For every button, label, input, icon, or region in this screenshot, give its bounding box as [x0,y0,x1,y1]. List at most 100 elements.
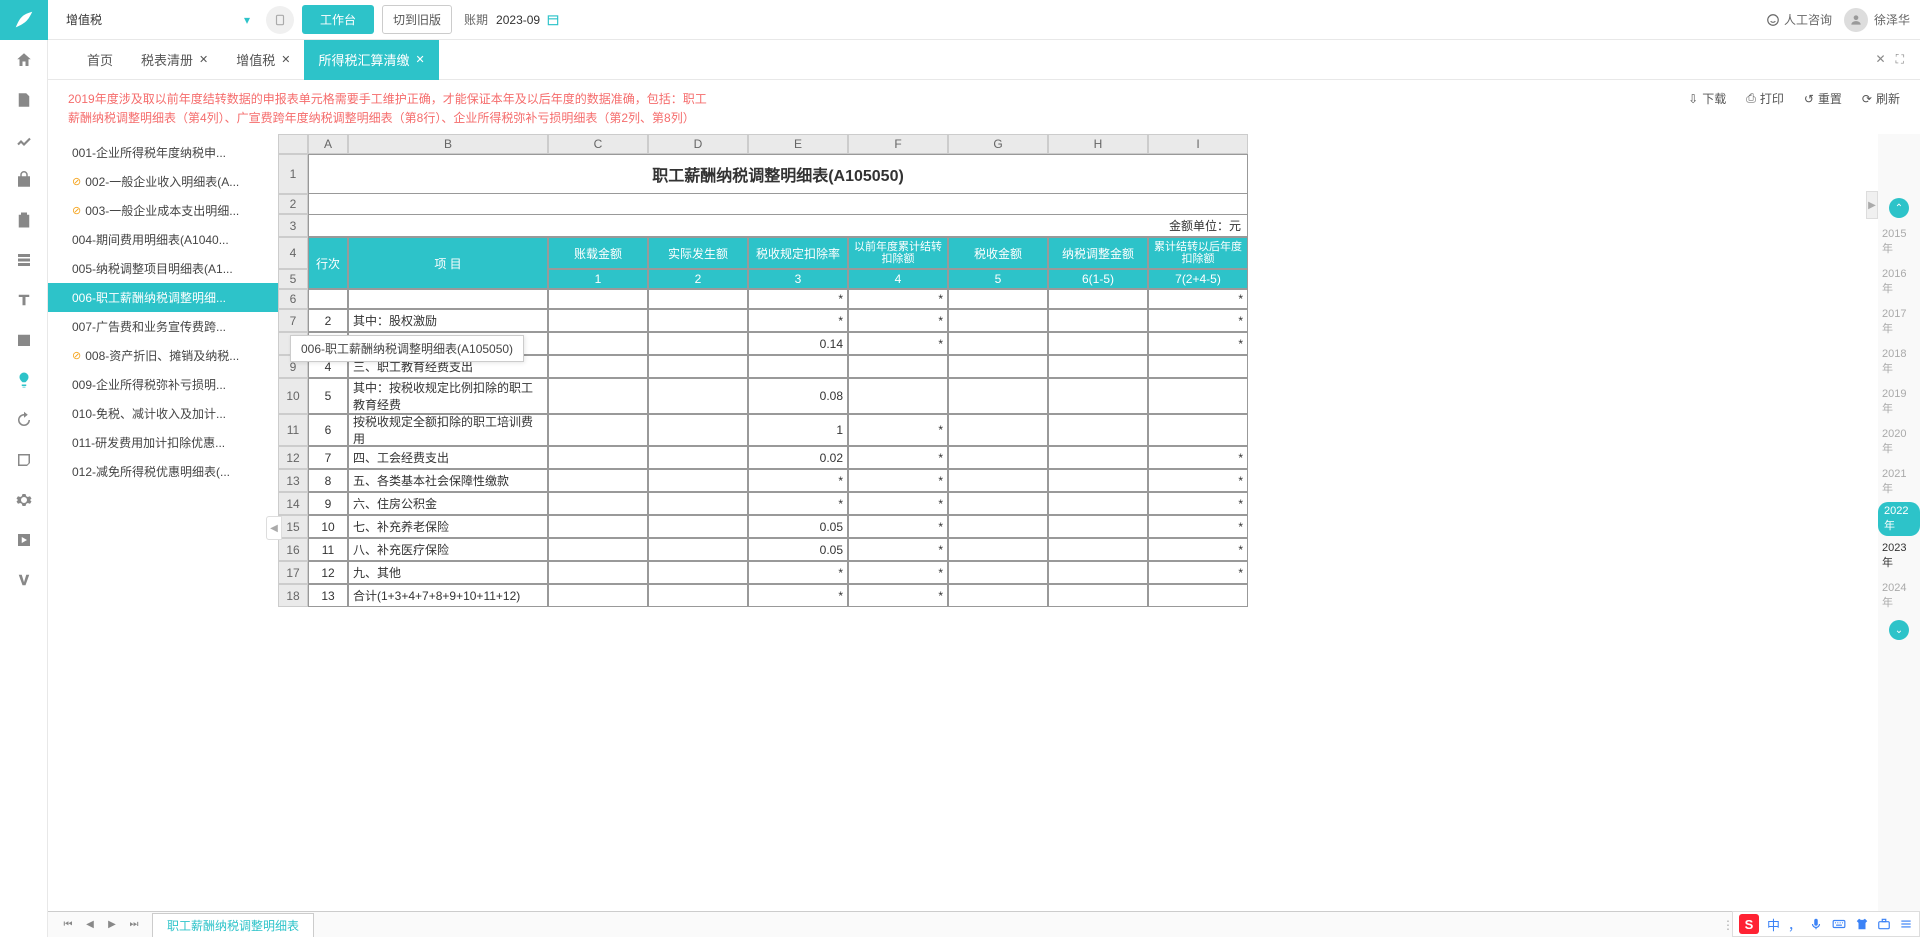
expand-handle-icon[interactable]: ▶ [1866,191,1878,219]
year-2018[interactable]: 2018年 [1878,342,1920,382]
collapse-sidebar-icon[interactable]: ◀ [266,516,282,540]
row-header[interactable]: 2 [278,194,308,214]
row-header[interactable]: 3 [278,214,308,237]
form-item-010[interactable]: 010-免税、减计收入及加计... [48,399,278,428]
form-item-007[interactable]: 007-广告费和业务宣传费跨... [48,312,278,341]
col-header-a[interactable]: A [308,134,348,154]
sheet-nav-prev-icon[interactable]: ◀ [80,916,100,934]
nav-form-icon[interactable] [0,240,48,280]
form-item-011[interactable]: 011-研发费用加计扣除优惠... [48,428,278,457]
col-header-g[interactable]: G [948,134,1048,154]
row-header[interactable]: 5 [278,269,308,289]
download-button[interactable]: ⇩下载 [1688,90,1726,107]
year-2024[interactable]: 2024年 [1878,576,1920,616]
workspace-button[interactable]: 工作台 [302,5,374,34]
year-2020[interactable]: 2020年 [1878,422,1920,462]
form-item-012[interactable]: 012-减免所得税优惠明细表(... [48,457,278,486]
nav-inbox-icon[interactable] [0,440,48,480]
nav-gear-icon[interactable] [0,480,48,520]
col-header-f[interactable]: F [848,134,948,154]
tab-tax-list[interactable]: 税表清册✕ [127,40,222,80]
nav-chart-icon[interactable] [0,120,48,160]
ime-lang-toggle[interactable]: 中 [1767,915,1780,934]
year-2021[interactable]: 2021年 [1878,462,1920,502]
user-name[interactable]: 徐泽华 [1874,11,1910,28]
year-2022[interactable]: 2022年 [1878,502,1920,536]
row-header[interactable]: 12 [278,446,308,469]
nav-bag-icon[interactable] [0,160,48,200]
col-header-c[interactable]: C [548,134,648,154]
row-header[interactable]: 10 [278,378,308,414]
col-header-e[interactable]: E [748,134,848,154]
row-header[interactable]: 13 [278,469,308,492]
sheet-tab[interactable]: 职工薪酬纳税调整明细表 [152,913,314,937]
row-header[interactable]: 11 [278,414,308,446]
row-header[interactable]: 15 [278,515,308,538]
tab-expand-icon[interactable]: ⛶ [1896,52,1904,67]
row-header[interactable]: 14 [278,492,308,515]
user-avatar-icon[interactable] [1844,8,1868,32]
ime-skin-icon[interactable] [1855,917,1869,931]
sheet-nav-next-icon[interactable]: ▶ [102,916,122,934]
nav-calendar-icon[interactable] [0,320,48,360]
row-header[interactable]: 16 [278,538,308,561]
form-item-002[interactable]: ⊘002-一般企业收入明细表(A... [48,167,278,196]
period-value[interactable]: 2023-09 [496,13,540,27]
year-up-icon[interactable]: ⌃ [1889,198,1909,218]
ime-toolbox-icon[interactable] [1877,917,1891,931]
refresh-button[interactable]: ⟳刷新 [1862,90,1900,107]
row-header[interactable]: 6 [278,289,308,309]
consult-link[interactable]: 人工咨询 [1766,11,1832,28]
form-item-005[interactable]: 005-纳税调整项目明细表(A1... [48,254,278,283]
tab-close-all-icon[interactable]: ✕ [1876,52,1886,67]
form-item-006[interactable]: 006-职工薪酬纳税调整明细... [48,283,278,312]
row-header[interactable]: 7 [278,309,308,332]
row-header[interactable]: 4 [278,237,308,269]
tab-vat[interactable]: 增值税✕ [222,40,304,80]
year-down-icon[interactable]: ⌄ [1889,620,1909,640]
form-item-008[interactable]: ⊘008-资产折旧、摊销及纳税... [48,341,278,370]
ime-mic-icon[interactable] [1809,917,1823,931]
sheet-nav-last-icon[interactable]: ⏭ [124,916,144,934]
nav-tax-icon[interactable] [0,360,48,400]
row-header[interactable]: 18 [278,584,308,607]
nav-home-icon[interactable] [0,40,48,80]
year-2023[interactable]: 2023年 [1878,536,1920,576]
ime-menu-icon[interactable] [1899,917,1913,931]
sheet-nav-first-icon[interactable]: ⏮ [58,916,78,934]
toggle-circle-button[interactable] [266,6,294,34]
ime-keyboard-icon[interactable] [1831,917,1847,931]
calendar-icon[interactable] [546,13,560,27]
col-header-i[interactable]: I [1148,134,1248,154]
nav-v-icon[interactable] [0,560,48,600]
col-header-h[interactable]: H [1048,134,1148,154]
form-item-003[interactable]: ⊘003-一般企业成本支出明细... [48,196,278,225]
tab-home[interactable]: 首页 [73,40,127,80]
ime-punct-toggle[interactable]: ， [1788,915,1801,934]
year-2015[interactable]: 2015年 [1878,222,1920,262]
form-item-009[interactable]: 009-企业所得税弥补亏损明... [48,370,278,399]
close-icon[interactable]: ✕ [416,53,425,66]
tax-type-dropdown[interactable]: 增值税 ▾ [58,7,258,32]
switch-old-button[interactable]: 切到旧版 [382,5,452,34]
reset-button[interactable]: ↺重置 [1804,90,1842,107]
year-2019[interactable]: 2019年 [1878,382,1920,422]
col-header-d[interactable]: D [648,134,748,154]
nav-t-icon[interactable] [0,280,48,320]
year-2017[interactable]: 2017年 [1878,302,1920,342]
print-button[interactable]: ⎙打印 [1746,90,1784,107]
col-header-b[interactable]: B [348,134,548,154]
row-header[interactable]: 1 [278,154,308,194]
row-header[interactable]: 17 [278,561,308,584]
ime-logo-icon[interactable]: S [1739,914,1759,934]
form-item-001[interactable]: 001-企业所得税年度纳税申... [48,138,278,167]
nav-doc-icon[interactable] [0,80,48,120]
close-icon[interactable]: ✕ [199,53,208,66]
tab-income-tax[interactable]: 所得税汇算清缴✕ [304,40,438,80]
grid-corner[interactable] [278,134,308,154]
close-icon[interactable]: ✕ [281,53,290,66]
nav-clip-icon[interactable] [0,200,48,240]
form-item-004[interactable]: 004-期间费用明细表(A1040... [48,225,278,254]
nav-restore-icon[interactable] [0,400,48,440]
year-2016[interactable]: 2016年 [1878,262,1920,302]
